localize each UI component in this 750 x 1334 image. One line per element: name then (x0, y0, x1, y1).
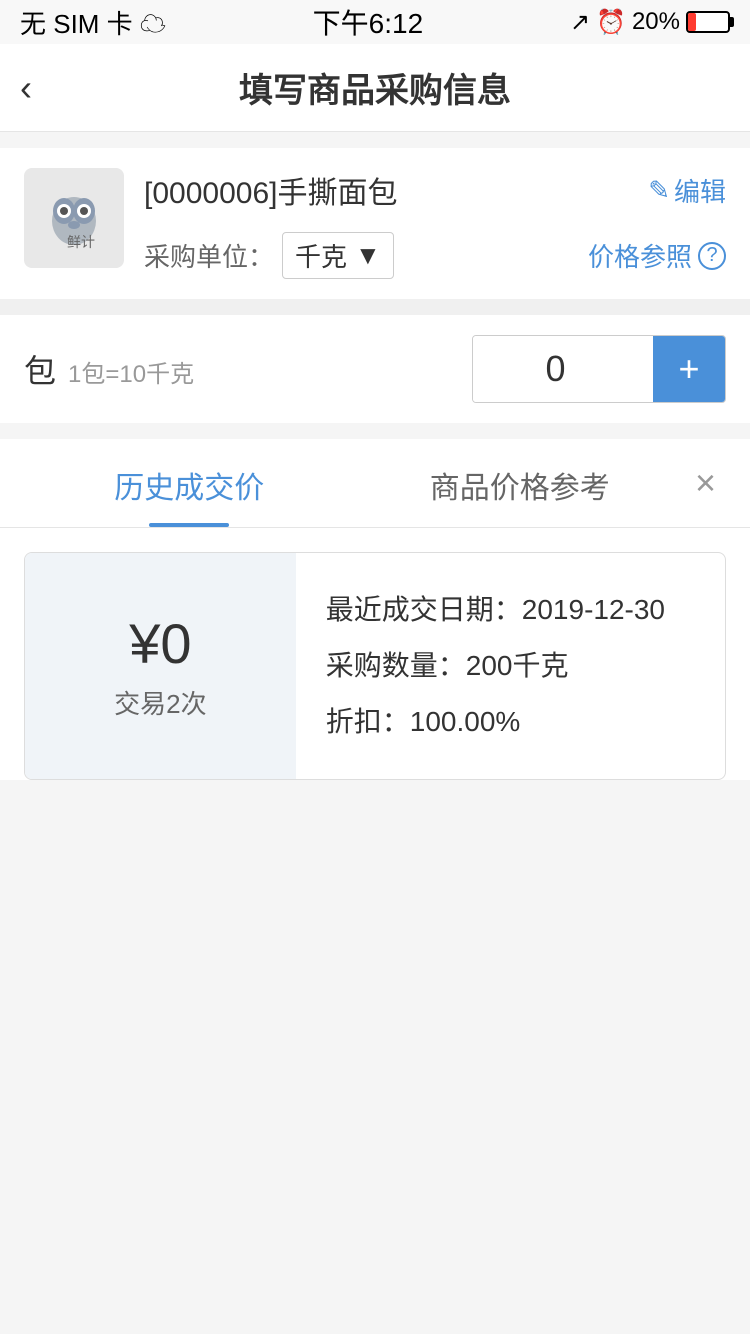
transaction-right: 最近成交日期：2019-12-30 采购数量：200千克 折扣：100.00% (296, 553, 725, 779)
product-card: 鲜计 [0000006]手撕面包 ✎ 编辑 采购单位： 千克 ▼ 价格参照 ? (0, 148, 750, 299)
transaction-count: 交易2次 (114, 684, 206, 721)
unit-arrow-icon: ▼ (355, 240, 381, 271)
price-ref-label: 价格参照 (588, 237, 692, 274)
sim-wifi-label: 无 SIM 卡 ☁ (20, 4, 166, 41)
unit-select[interactable]: 千克 ▼ (282, 232, 394, 279)
question-icon: ? (698, 242, 726, 270)
alarm-icon: ⏰ (596, 8, 626, 37)
date-label: 最近成交日期： (326, 594, 522, 625)
status-bar: 无 SIM 卡 ☁ 下午6:12 ↗ ⏰ 20% (0, 0, 750, 44)
quantity-row: 包 1包=10千克 + (0, 315, 750, 423)
qty-equiv: 1包=10千克 (68, 354, 194, 389)
transaction-date: 最近成交日期：2019-12-30 (326, 589, 695, 631)
edit-label: 编辑 (674, 172, 726, 209)
product-unit-row: 采购单位： 千克 ▼ 价格参照 ? (144, 232, 726, 279)
product-name: [0000006]手撕面包 (144, 168, 397, 212)
divider-1 (0, 299, 750, 315)
edit-icon: ✎ (648, 175, 670, 206)
transaction-card: ¥0 交易2次 最近成交日期：2019-12-30 采购数量：200千克 折扣：… (24, 552, 726, 780)
nav-bar: ‹ 填写商品采购信息 (0, 44, 750, 132)
discount-value: 100.00% (410, 706, 521, 737)
unit-label: 采购单位： (144, 237, 274, 274)
battery-fill (688, 13, 696, 31)
transaction-discount: 折扣：100.00% (326, 701, 695, 743)
quantity-plus-button[interactable]: + (653, 336, 725, 402)
tabs-header: 历史成交价 商品价格参考 × (0, 439, 750, 528)
edit-button[interactable]: ✎ 编辑 (648, 172, 726, 209)
product-image: 鲜计 (24, 168, 124, 268)
svg-text:鲜计: 鲜计 (67, 234, 95, 250)
product-logo: 鲜计 (39, 183, 109, 253)
battery-icon (686, 11, 730, 33)
location-icon: ↗ (570, 8, 590, 37)
status-right: ↗ ⏰ 20% (570, 8, 730, 37)
transaction-left: ¥0 交易2次 (25, 553, 296, 779)
battery-percent: 20% (632, 8, 680, 36)
back-button[interactable]: ‹ (20, 67, 32, 109)
qty-value: 200千克 (466, 650, 569, 681)
price-ref-button[interactable]: 价格参照 ? (588, 237, 726, 274)
qty-label: 采购数量： (326, 650, 466, 681)
date-value: 2019-12-30 (522, 594, 665, 625)
tabs-container: 历史成交价 商品价格参考 × ¥0 交易2次 最近成交日期：2019-12-30… (0, 439, 750, 780)
unit-value: 千克 (295, 237, 347, 274)
tab-product-price-ref[interactable]: 商品价格参考 (354, 439, 684, 527)
product-info: [0000006]手撕面包 ✎ 编辑 采购单位： 千克 ▼ 价格参照 ? (144, 168, 726, 279)
qty-unit: 包 (24, 346, 56, 392)
quantity-input[interactable] (473, 336, 653, 402)
status-time: 下午6:12 (313, 2, 424, 42)
product-header: [0000006]手撕面包 ✎ 编辑 (144, 168, 726, 212)
quantity-label: 包 1包=10千克 (24, 346, 194, 392)
quantity-input-group: + (472, 335, 726, 403)
transaction-qty: 采购数量：200千克 (326, 645, 695, 687)
tab-history-price[interactable]: 历史成交价 (24, 439, 354, 527)
close-button[interactable]: × (685, 452, 726, 514)
status-left: 无 SIM 卡 ☁ (20, 4, 166, 41)
transaction-price: ¥0 (129, 611, 191, 676)
discount-label: 折扣： (326, 706, 410, 737)
page-title: 填写商品采购信息 (239, 63, 511, 112)
